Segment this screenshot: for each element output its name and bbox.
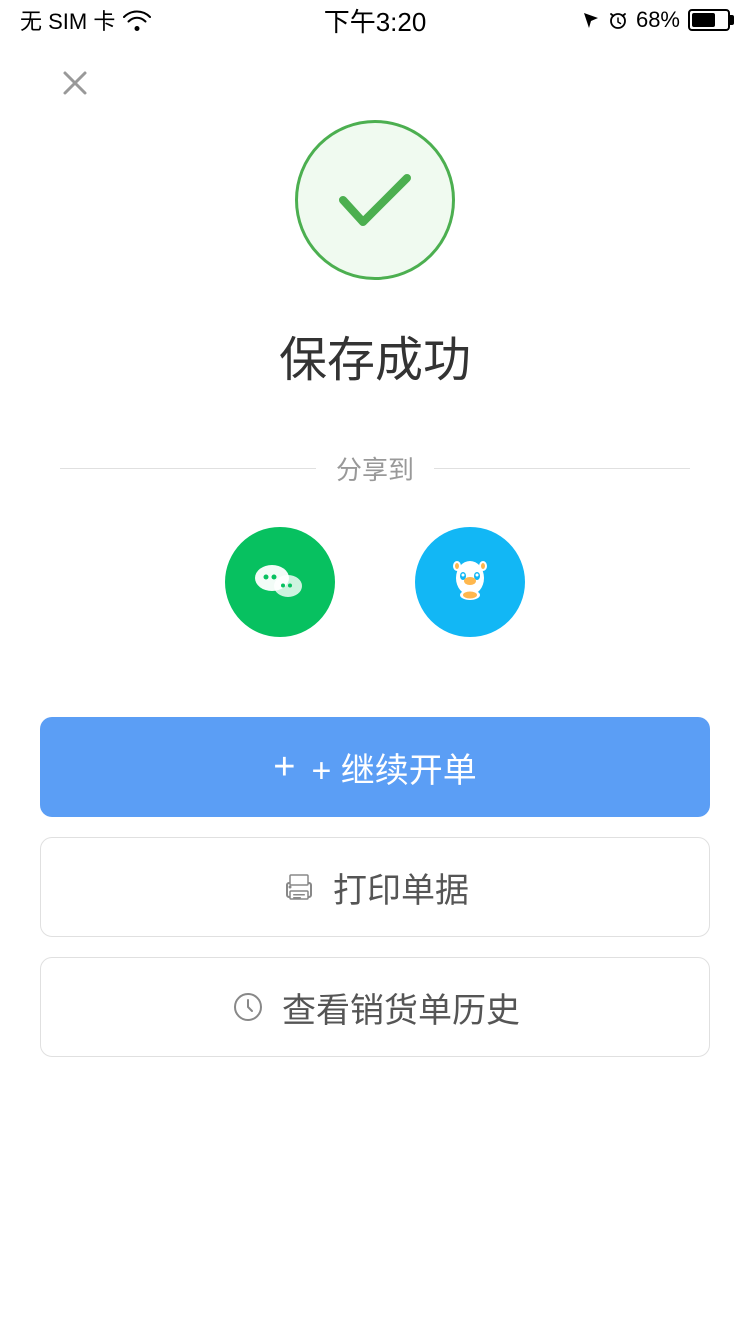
history-button[interactable]: 查看销货单历史 [40, 957, 710, 1057]
close-icon [59, 67, 91, 99]
divider-left [60, 468, 316, 469]
success-circle [295, 120, 455, 280]
continue-button[interactable]: + + 继续开单 [40, 717, 710, 817]
battery-box [688, 9, 730, 31]
history-label: 查看销货单历史 [282, 983, 520, 1032]
print-label: 打印单据 [333, 863, 469, 912]
share-divider: 分享到 [0, 450, 750, 487]
status-time: 下午3:20 [324, 2, 427, 39]
main-content: 保存成功 分享到 [0, 40, 750, 1057]
status-right: 68% [582, 7, 730, 33]
qq-icon [440, 552, 500, 612]
share-label: 分享到 [316, 450, 434, 487]
wifi-icon [123, 9, 151, 31]
status-left: 无 SIM 卡 [20, 4, 151, 36]
print-button[interactable]: 打印单据 [40, 837, 710, 937]
close-button[interactable] [50, 58, 100, 108]
checkmark-icon [335, 170, 415, 230]
share-qq-button[interactable] [415, 527, 525, 637]
printer-icon [281, 869, 317, 905]
divider-right [434, 468, 690, 469]
action-buttons: + + 继续开单 打印单据 查看销货单历史 [0, 717, 750, 1057]
plus-icon: + [273, 746, 295, 789]
share-row [225, 527, 525, 637]
battery-fill [692, 13, 715, 27]
battery-container [688, 9, 730, 31]
share-wechat-button[interactable] [225, 527, 335, 637]
wechat-icon [250, 552, 310, 612]
status-bar: 无 SIM 卡 下午3:20 68% [0, 0, 750, 40]
battery-percent: 68% [636, 7, 680, 33]
alarm-icon [608, 10, 628, 30]
location-icon [582, 11, 600, 29]
success-title: 保存成功 [279, 320, 471, 390]
history-icon [230, 989, 266, 1025]
sim-status: 无 SIM 卡 [20, 4, 115, 36]
continue-label: + 继续开单 [311, 743, 476, 792]
